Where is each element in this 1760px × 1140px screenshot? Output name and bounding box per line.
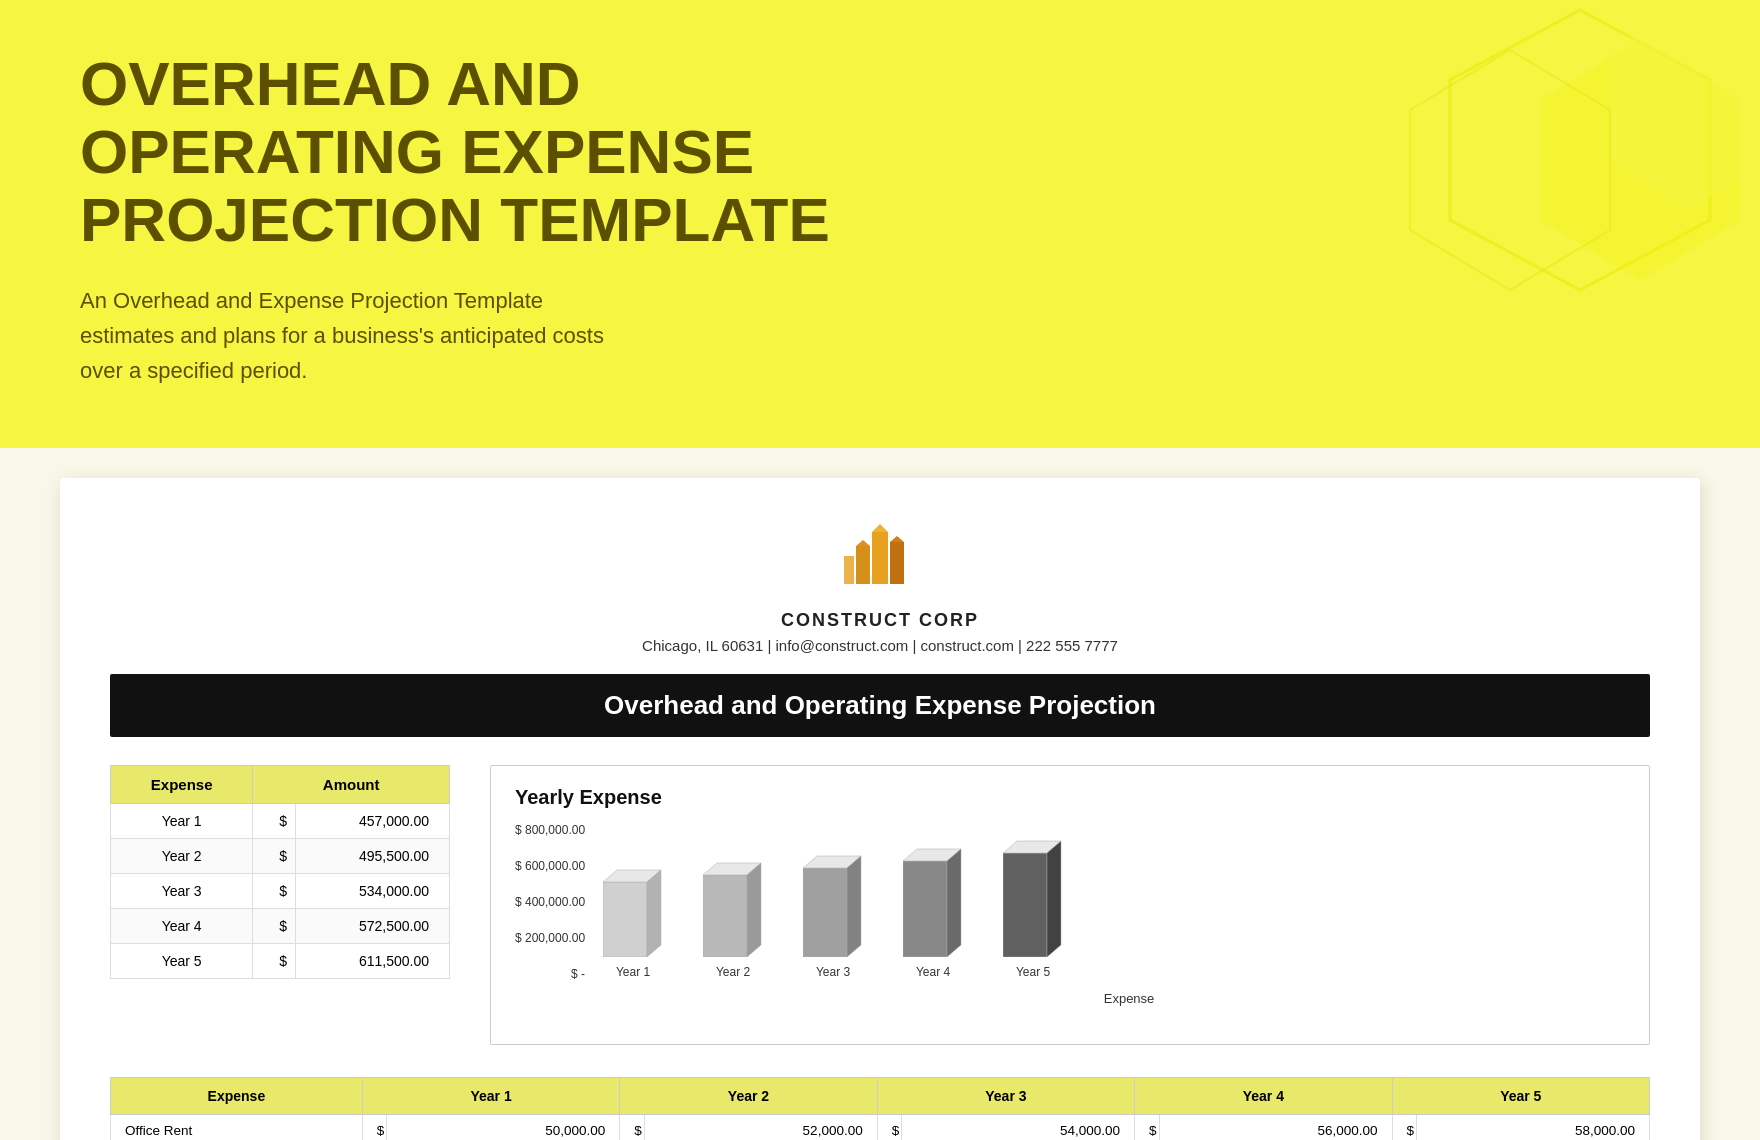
bar-3d-svg xyxy=(903,843,963,957)
summary-cell-label: Year 2 xyxy=(111,839,253,874)
detail-cell-symbol: $ xyxy=(1392,1115,1417,1140)
bar-group: Year 5 xyxy=(1003,835,1063,979)
yaxis-label: $ 600,000.00 xyxy=(515,859,585,873)
detail-cell-symbol: $ xyxy=(1135,1115,1160,1140)
svg-rect-14 xyxy=(703,875,747,957)
svg-marker-25 xyxy=(1047,841,1061,957)
summary-cell-symbol: $ xyxy=(253,909,296,944)
svg-rect-20 xyxy=(903,861,947,957)
summary-cell-amount: 572,500.00 xyxy=(296,909,450,944)
detail-header-2: Year 2 xyxy=(620,1078,877,1115)
company-header: CONSTRUCT CORP Chicago, IL 60631 | info@… xyxy=(110,518,1650,654)
svg-marker-10 xyxy=(890,536,904,542)
yaxis-label: $ - xyxy=(571,967,585,981)
detail-table: ExpenseYear 1Year 2Year 3Year 4Year 5 Of… xyxy=(110,1077,1650,1140)
bar-group: Year 2 xyxy=(703,857,763,979)
svg-rect-7 xyxy=(844,556,854,584)
chart-yaxis: $ 800,000.00 $ 600,000.00 $ 400,000.00 $ 20… xyxy=(515,823,593,1003)
summary-row: Year 3 $ 534,000.00 xyxy=(111,874,450,909)
detail-header-1: Year 1 xyxy=(362,1078,619,1115)
bar-3d-svg xyxy=(1003,835,1063,957)
chart-title: Yearly Expense xyxy=(515,786,1625,809)
bar-label: Year 1 xyxy=(616,965,650,979)
detail-cell-value: 50,000.00 xyxy=(387,1115,620,1140)
detail-cell-symbol: $ xyxy=(620,1115,645,1140)
bar-3d-svg xyxy=(703,857,763,957)
company-name: CONSTRUCT CORP xyxy=(110,610,1650,631)
summary-cell-label: Year 1 xyxy=(111,804,253,839)
svg-rect-4 xyxy=(872,532,888,584)
detail-header-0: Expense xyxy=(111,1078,363,1115)
logo-icon xyxy=(840,518,920,598)
chart-area: $ 800,000.00 $ 600,000.00 $ 400,000.00 $ 20… xyxy=(515,823,1625,1006)
summary-header-expense: Expense xyxy=(111,766,253,804)
summary-cell-symbol: $ xyxy=(253,944,296,979)
detail-row: Office Rent$50,000.00$52,000.00$54,000.0… xyxy=(111,1115,1650,1140)
company-info: Chicago, IL 60631 | info@construct.com |… xyxy=(110,637,1650,654)
bar-label: Year 5 xyxy=(1016,965,1050,979)
svg-marker-19 xyxy=(847,856,861,957)
detail-cell-value: 54,000.00 xyxy=(902,1115,1135,1140)
detail-header-4: Year 4 xyxy=(1135,1078,1392,1115)
svg-marker-13 xyxy=(647,870,661,957)
document-wrapper: CONSTRUCT CORP Chicago, IL 60631 | info@… xyxy=(0,448,1760,1140)
hero-title: OVERHEAD AND OPERATING EXPENSE PROJECTIO… xyxy=(80,50,860,255)
chart-xaxis-label: Expense xyxy=(593,991,1625,1006)
detail-header-3: Year 3 xyxy=(877,1078,1134,1115)
bar-group: Year 4 xyxy=(903,843,963,979)
detail-cell-value: 58,000.00 xyxy=(1417,1115,1650,1140)
bar-3d-svg xyxy=(603,864,663,957)
summary-cell-label: Year 3 xyxy=(111,874,253,909)
bar-group: Year 1 xyxy=(603,864,663,979)
summary-table: Expense Amount Year 1 $ 457,000.00 Year … xyxy=(110,765,450,979)
summary-cell-amount: 611,500.00 xyxy=(296,944,450,979)
bar-label: Year 3 xyxy=(816,965,850,979)
chart-bars-area: Year 1 Year 2 Year 3 Year 4 Year 5 Expense xyxy=(593,823,1625,1006)
summary-header-amount: Amount xyxy=(253,766,450,804)
summary-cell-amount: 457,000.00 xyxy=(296,804,450,839)
yaxis-label: $ 400,000.00 xyxy=(515,895,585,909)
svg-rect-6 xyxy=(890,542,904,584)
summary-cell-amount: 495,500.00 xyxy=(296,839,450,874)
detail-cell-symbol: $ xyxy=(877,1115,902,1140)
svg-rect-5 xyxy=(856,546,870,584)
svg-marker-9 xyxy=(856,540,870,546)
hero-decoration xyxy=(1160,0,1760,320)
summary-cell-symbol: $ xyxy=(253,804,296,839)
hero-description: An Overhead and Expense Projection Templ… xyxy=(80,283,620,389)
document-card: CONSTRUCT CORP Chicago, IL 60631 | info@… xyxy=(60,478,1700,1140)
summary-cell-symbol: $ xyxy=(253,839,296,874)
svg-marker-8 xyxy=(872,524,888,532)
summary-row: Year 2 $ 495,500.00 xyxy=(111,839,450,874)
yaxis-label: $ 200,000.00 xyxy=(515,931,585,945)
detail-cell-value: 52,000.00 xyxy=(644,1115,877,1140)
summary-cell-symbol: $ xyxy=(253,874,296,909)
section-title-bar: Overhead and Operating Expense Projectio… xyxy=(110,674,1650,737)
hero-section: OVERHEAD AND OPERATING EXPENSE PROJECTIO… xyxy=(0,0,1760,448)
svg-rect-23 xyxy=(1003,853,1047,957)
bar-label: Year 4 xyxy=(916,965,950,979)
yaxis-label: $ 800,000.00 xyxy=(515,823,585,837)
svg-rect-17 xyxy=(803,868,847,957)
company-logo xyxy=(840,518,920,602)
bar-3d-svg xyxy=(803,850,863,957)
chart-box: Yearly Expense $ 800,000.00$ 600,000.00$… xyxy=(490,765,1650,1045)
bars-container: Year 1 Year 2 Year 3 Year 4 Year 5 xyxy=(593,823,1625,983)
summary-row: Year 1 $ 457,000.00 xyxy=(111,804,450,839)
bar-label: Year 2 xyxy=(716,965,750,979)
detail-cell-label: Office Rent xyxy=(111,1115,363,1140)
svg-rect-11 xyxy=(603,882,647,957)
summary-cell-amount: 534,000.00 xyxy=(296,874,450,909)
detail-cell-value: 56,000.00 xyxy=(1159,1115,1392,1140)
svg-marker-16 xyxy=(747,863,761,957)
detail-header-5: Year 5 xyxy=(1392,1078,1649,1115)
summary-row: Year 5 $ 611,500.00 xyxy=(111,944,450,979)
summary-row: Year 4 $ 572,500.00 xyxy=(111,909,450,944)
svg-marker-22 xyxy=(947,849,961,957)
bar-group: Year 3 xyxy=(803,850,863,979)
content-row: Expense Amount Year 1 $ 457,000.00 Year … xyxy=(110,765,1650,1045)
summary-cell-label: Year 4 xyxy=(111,909,253,944)
detail-cell-symbol: $ xyxy=(362,1115,387,1140)
summary-cell-label: Year 5 xyxy=(111,944,253,979)
